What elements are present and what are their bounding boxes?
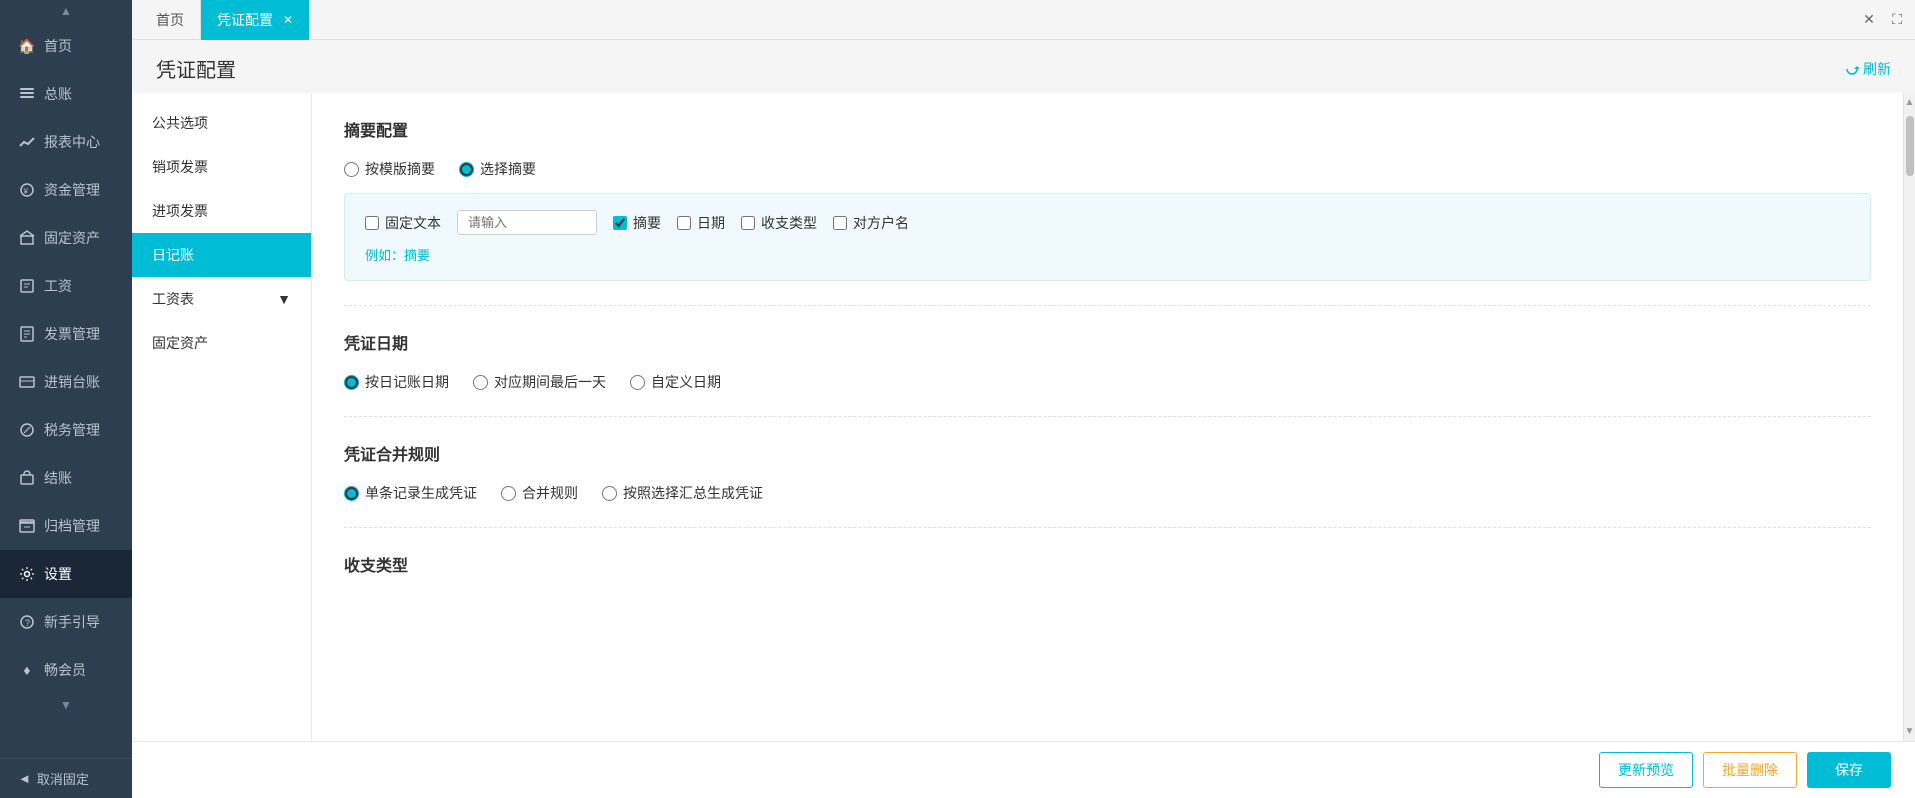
sidebar-item-close[interactable]: 结账 <box>0 454 132 502</box>
close-ledger-icon <box>18 469 36 487</box>
income-expense-section: 收支类型 <box>344 552 1871 618</box>
inner-layout: 公共选项 销项发票 进项发票 日记账 工资表 ▼ 固定资产 <box>132 93 1915 741</box>
voucher-date-radio-group: 按日记账日期 对应期间最后一天 自定义日期 <box>344 372 1871 392</box>
report-icon <box>18 133 36 151</box>
sidebar-item-invoice[interactable]: 发票管理 <box>0 310 132 358</box>
save-btn[interactable]: 保存 <box>1807 752 1891 788</box>
sidebar-item-home[interactable]: 🏠 首页 <box>0 22 132 70</box>
sidebar-item-payroll[interactable]: 工资 <box>0 262 132 310</box>
window-close-btn[interactable]: ✕ <box>1859 10 1879 30</box>
fixed-text-input[interactable] <box>457 210 597 235</box>
radio-merge-rule[interactable]: 合并规则 <box>501 483 578 503</box>
sidebar-unpin-btn[interactable]: ◄ 取消固定 <box>0 758 132 798</box>
archive-icon <box>18 517 36 535</box>
sidebar: ▲ 🏠 首页 总账 报表中心 ¥ 资金管理 固定资产 工资 <box>0 0 132 798</box>
voucher-date-title: 凭证日期 <box>344 330 1871 354</box>
sidebar-scroll-down[interactable]: ▼ <box>0 694 132 716</box>
summary-section: 摘要配置 按模版摘要 选择摘要 <box>344 117 1871 306</box>
tab-close-btn[interactable]: ✕ <box>283 13 293 27</box>
page-title: 凭证配置 <box>156 54 236 83</box>
chevron-down-icon: ▼ <box>277 291 291 307</box>
voucher-date-section: 凭证日期 按日记账日期 对应期间最后一天 自定义日期 <box>344 330 1871 417</box>
checkbox-row: 固定文本 摘要 日期 <box>365 210 1850 235</box>
config-panel: 摘要配置 按模版摘要 选择摘要 <box>312 93 1903 741</box>
refresh-icon <box>1845 62 1859 76</box>
sidebar-item-member[interactable]: ♦ 畅会员 <box>0 646 132 694</box>
checkbox-counterpart[interactable]: 对方户名 <box>833 213 909 233</box>
sub-item-fixed-assets[interactable]: 固定资产 <box>132 321 311 365</box>
window-controls: ✕ ⛶ <box>1859 10 1907 30</box>
sidebar-item-fund[interactable]: ¥ 资金管理 <box>0 166 132 214</box>
merge-rule-title: 凭证合并规则 <box>344 441 1871 465</box>
checkbox-summary[interactable]: 摘要 <box>613 213 661 233</box>
invoice-icon <box>18 325 36 343</box>
scroll-thumb[interactable] <box>1906 116 1914 176</box>
batch-delete-btn[interactable]: 批量删除 <box>1703 752 1797 788</box>
sidebar-item-trade[interactable]: 进销台账 <box>0 358 132 406</box>
ledger-icon <box>18 85 36 103</box>
sub-item-sales-invoice[interactable]: 销项发票 <box>132 145 311 189</box>
window-expand-btn[interactable]: ⛶ <box>1887 10 1907 30</box>
radio-template-summary[interactable]: 按模版摘要 <box>344 159 435 179</box>
bottom-bar: 更新预览 批量删除 保存 <box>132 741 1915 798</box>
update-preview-btn[interactable]: 更新预览 <box>1599 752 1693 788</box>
sidebar-item-report[interactable]: 报表中心 <box>0 118 132 166</box>
sidebar-item-archive[interactable]: 归档管理 <box>0 502 132 550</box>
sidebar-item-asset[interactable]: 固定资产 <box>0 214 132 262</box>
checkbox-fixed-text[interactable]: 固定文本 <box>365 213 441 233</box>
sub-item-payroll-table[interactable]: 工资表 ▼ <box>132 277 311 321</box>
tab-bar: 首页 凭证配置 ✕ ✕ ⛶ <box>132 0 1915 40</box>
svg-text:?: ? <box>25 618 30 628</box>
guide-icon: ? <box>18 613 36 631</box>
fund-icon: ¥ <box>18 181 36 199</box>
sub-item-journal[interactable]: 日记账 <box>132 233 311 277</box>
sidebar-item-tax[interactable]: 税务管理 <box>0 406 132 454</box>
radio-single-record[interactable]: 单条记录生成凭证 <box>344 483 477 503</box>
summary-title: 摘要配置 <box>344 117 1871 141</box>
settings-icon <box>18 565 36 583</box>
refresh-btn[interactable]: 刷新 <box>1845 59 1891 79</box>
sidebar-scroll-up[interactable]: ▲ <box>0 0 132 22</box>
tab-voucher[interactable]: 凭证配置 ✕ <box>201 0 310 40</box>
sidebar-item-guide[interactable]: ? 新手引导 <box>0 598 132 646</box>
example-text: 例如：摘要 <box>365 245 1850 264</box>
merge-rule-section: 凭证合并规则 单条记录生成凭证 合并规则 按照选择汇总生成凭证 <box>344 441 1871 528</box>
checkbox-date[interactable]: 日期 <box>677 213 725 233</box>
asset-icon <box>18 229 36 247</box>
member-icon: ♦ <box>18 661 36 679</box>
sub-sidebar: 公共选项 销项发票 进项发票 日记账 工资表 ▼ 固定资产 <box>132 93 312 741</box>
home-icon: 🏠 <box>18 37 36 55</box>
summary-radio-group: 按模版摘要 选择摘要 <box>344 159 1871 179</box>
page-header: 凭证配置 刷新 <box>132 40 1915 93</box>
sidebar-item-ledger[interactable]: 总账 <box>0 70 132 118</box>
payroll-icon <box>18 277 36 295</box>
content-area: 凭证配置 刷新 公共选项 销项发票 进项发票 日记账 <box>132 40 1915 798</box>
radio-period-last[interactable]: 对应期间最后一天 <box>473 372 606 392</box>
tab-home[interactable]: 首页 <box>140 0 201 40</box>
radio-select-summary[interactable]: 选择摘要 <box>459 159 536 179</box>
unpin-icon: ◄ <box>18 771 31 786</box>
income-expense-title: 收支类型 <box>344 552 1871 576</box>
sub-item-public[interactable]: 公共选项 <box>132 101 311 145</box>
merge-rule-radio-group: 单条记录生成凭证 合并规则 按照选择汇总生成凭证 <box>344 483 1871 503</box>
right-scrollbar: ▲ ▼ <box>1903 93 1915 741</box>
radio-select-merge[interactable]: 按照选择汇总生成凭证 <box>602 483 763 503</box>
summary-checkbox-area: 固定文本 摘要 日期 <box>344 193 1871 281</box>
sidebar-item-settings[interactable]: 设置 <box>0 550 132 598</box>
trade-icon <box>18 373 36 391</box>
radio-journal-date[interactable]: 按日记账日期 <box>344 372 449 392</box>
tax-icon <box>18 421 36 439</box>
main-area: 首页 凭证配置 ✕ ✕ ⛶ 凭证配置 刷新 公共选项 <box>132 0 1915 798</box>
radio-custom-date[interactable]: 自定义日期 <box>630 372 721 392</box>
sub-item-purchase-invoice[interactable]: 进项发票 <box>132 189 311 233</box>
svg-text:¥: ¥ <box>23 187 29 196</box>
checkbox-income-type[interactable]: 收支类型 <box>741 213 817 233</box>
